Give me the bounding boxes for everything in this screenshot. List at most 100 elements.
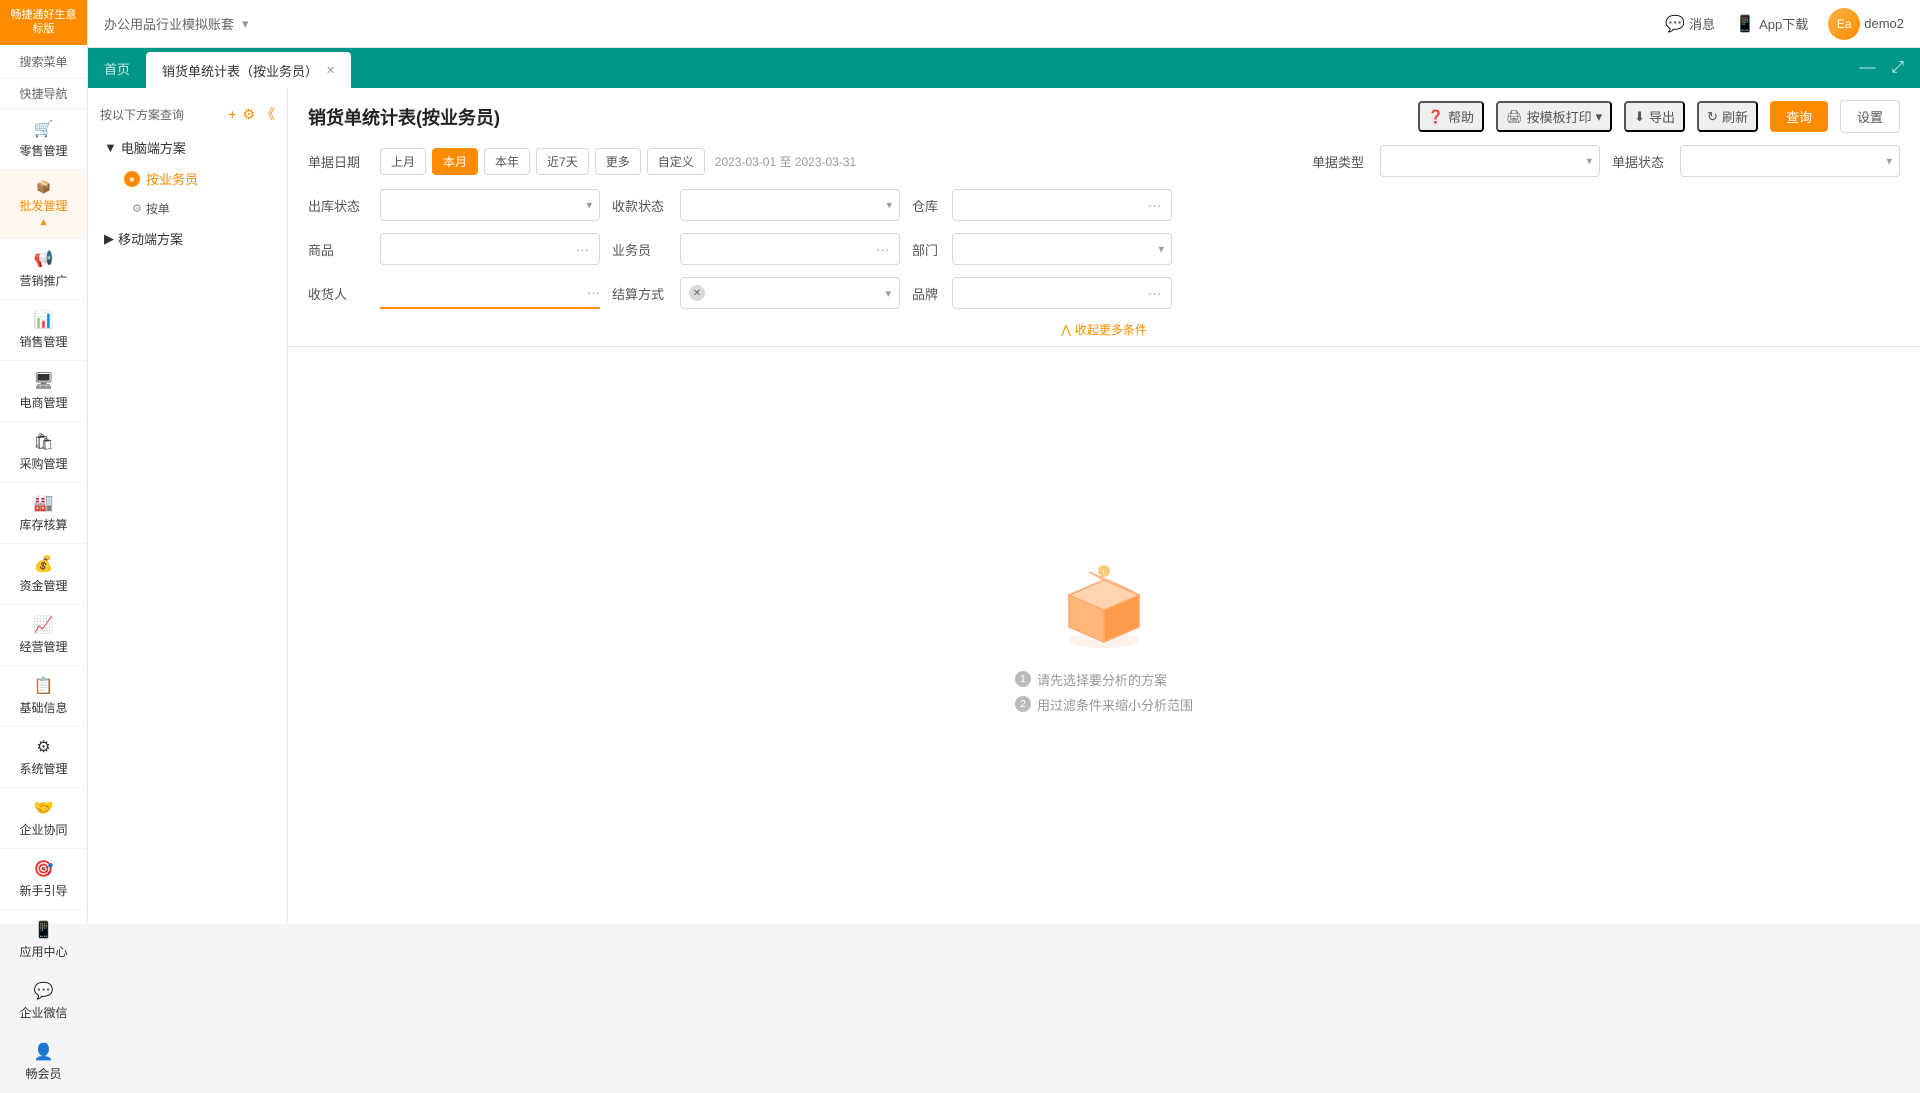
sidebar-item-inventory[interactable]: 🏭 库存核算 bbox=[0, 483, 87, 544]
message-btn[interactable]: 💬 消息 bbox=[1665, 14, 1715, 34]
tab-home[interactable]: 首页 bbox=[88, 48, 146, 88]
refresh-btn[interactable]: ↻ 刷新 bbox=[1697, 101, 1758, 132]
panel-actions: + ⚙ 《 bbox=[228, 104, 275, 124]
salesperson-dots[interactable]: ··· bbox=[876, 242, 889, 257]
chevron-up-icon: ▲ bbox=[39, 217, 49, 228]
this-year-btn[interactable]: 本年 bbox=[484, 148, 530, 175]
sidebar-item-enterprise[interactable]: 🤝 企业协同 bbox=[0, 788, 87, 849]
minimize-btn[interactable]: — bbox=[1855, 59, 1879, 77]
receipt-status-wrapper: ▾ bbox=[680, 189, 900, 221]
payment-select[interactable] bbox=[711, 286, 879, 301]
quick-nav[interactable]: 快捷导航 bbox=[0, 79, 87, 109]
scheme-item-by-salesperson[interactable]: ● 按业务员 bbox=[96, 163, 279, 194]
query-btn[interactable]: 查询 bbox=[1770, 101, 1828, 132]
last-7-days-btn[interactable]: 近7天 bbox=[536, 148, 589, 175]
data-area: ↑ 1 请先选择要分析的方案 2 用过滤条件来缩小分析范围 bbox=[288, 347, 1920, 924]
user-profile[interactable]: Ea demo2 bbox=[1828, 8, 1904, 40]
page-title-row: 销货单统计表(按业务员) ❓ 帮助 🖨 按模板打印 ▾ ⬇ bbox=[308, 100, 1900, 133]
receipt-status-label: 收款状态 bbox=[612, 196, 668, 215]
consignee-dots[interactable]: ··· bbox=[587, 285, 600, 300]
settings-btn[interactable]: 设置 bbox=[1840, 100, 1900, 133]
out-status-select[interactable] bbox=[380, 189, 600, 221]
sidebar-item-apps[interactable]: 📱 应用中心 bbox=[0, 910, 87, 971]
sidebar-item-ecommerce[interactable]: 🖥 电商管理 bbox=[0, 361, 87, 422]
sidebar-item-finance[interactable]: 💰 资金管理 bbox=[0, 544, 87, 605]
filter-area: 单据日期 上月 本月 本年 近7天 更多 自定义 2023-03-01 至 20… bbox=[308, 145, 1900, 338]
chevron-up-icon: ⋀ bbox=[1061, 323, 1071, 337]
sidebar-item-wholesale[interactable]: 📦 批发管理 ▲ bbox=[0, 170, 87, 239]
doc-type-label: 单据类型 bbox=[1312, 152, 1368, 171]
newuser-icon: 🎯 bbox=[34, 859, 54, 879]
system-icon: ⚙ bbox=[36, 737, 50, 757]
export-btn[interactable]: ⬇ 导出 bbox=[1624, 101, 1685, 132]
message-icon: 💬 bbox=[1665, 14, 1685, 34]
salesperson-field[interactable]: ··· bbox=[680, 233, 900, 265]
refresh-icon: ↻ bbox=[1707, 109, 1718, 125]
category-mobile[interactable]: ▶ 移动端方案 bbox=[96, 223, 279, 254]
chevron-down-icon: ▼ bbox=[104, 140, 117, 155]
content-area: 按以下方案查询 + ⚙ 《 ▼ 电脑端方案 ● 按业务员 ⚙ 按单 bbox=[88, 88, 1920, 924]
brand-field[interactable]: ··· bbox=[952, 277, 1172, 309]
settings-scheme-btn[interactable]: ⚙ bbox=[242, 106, 255, 123]
sidebar-item-sales[interactable]: 📊 销售管理 bbox=[0, 300, 87, 361]
custom-btn[interactable]: 自定义 bbox=[647, 148, 705, 175]
collapse-btn[interactable]: ⋀ 收起更多条件 bbox=[308, 321, 1900, 338]
filter-row-4: 收货人 ··· 结算方式 ✕ ▾ 品牌 bbox=[308, 277, 1900, 309]
app-name: 办公用品行业模拟账套 bbox=[104, 14, 234, 33]
sidebar-item-operations[interactable]: 📈 经营管理 bbox=[0, 605, 87, 666]
more-btn[interactable]: 更多 bbox=[595, 148, 641, 175]
product-dots[interactable]: ··· bbox=[576, 242, 589, 257]
tab-sales-stats[interactable]: 销货单统计表（按业务员） ✕ bbox=[146, 52, 351, 88]
chevron-right-icon: ▶ bbox=[104, 231, 114, 247]
help-btn[interactable]: ❓ 帮助 bbox=[1418, 101, 1484, 132]
sidebar-item-basic[interactable]: 📋 基础信息 bbox=[0, 666, 87, 727]
sidebar-item-system[interactable]: ⚙ 系统管理 bbox=[0, 727, 87, 788]
warehouse-dots[interactable]: ··· bbox=[1148, 198, 1161, 213]
tab-close-btn[interactable]: ✕ bbox=[326, 64, 335, 77]
page-actions: ❓ 帮助 🖨 按模板打印 ▾ ⬇ 导出 ↻ bbox=[1418, 100, 1900, 133]
finance-icon: 💰 bbox=[34, 554, 54, 574]
filter-row-3: 商品 ··· 业务员 ··· 部门 ▾ bbox=[308, 233, 1900, 265]
category-desktop[interactable]: ▼ 电脑端方案 bbox=[96, 132, 279, 163]
this-month-btn[interactable]: 本月 bbox=[432, 148, 478, 175]
product-field[interactable]: ··· bbox=[380, 233, 600, 265]
doc-status-wrapper: ▾ bbox=[1680, 145, 1900, 177]
consignee-field[interactable]: ··· bbox=[380, 277, 600, 309]
print-dropdown-icon: ▾ bbox=[1596, 109, 1603, 125]
payment-clear-btn[interactable]: ✕ bbox=[689, 285, 705, 301]
apps-icon: 📱 bbox=[34, 920, 54, 940]
sidebar-item-purchase[interactable]: 🛍 采购管理 bbox=[0, 422, 87, 483]
template-print-btn[interactable]: 🖨 按模板打印 ▾ bbox=[1496, 101, 1612, 132]
receipt-status-select[interactable] bbox=[680, 189, 900, 221]
wholesale-icon: 📦 bbox=[36, 180, 51, 194]
enterprise-icon: 🤝 bbox=[34, 798, 54, 818]
tip-num-2: 2 bbox=[1015, 696, 1031, 712]
department-select[interactable] bbox=[952, 233, 1172, 265]
add-scheme-btn[interactable]: + bbox=[228, 106, 236, 122]
empty-state: ↑ 1 请先选择要分析的方案 2 用过滤条件来缩小分析范围 bbox=[1015, 555, 1193, 717]
search-menu[interactable]: 搜索菜单 bbox=[0, 45, 87, 79]
help-icon: ❓ bbox=[1428, 109, 1444, 125]
payment-label: 结算方式 bbox=[612, 284, 668, 303]
dropdown-icon[interactable]: ▾ bbox=[242, 16, 249, 32]
app-download-btn[interactable]: 📱 App下载 bbox=[1735, 14, 1808, 34]
download-icon: 📱 bbox=[1735, 14, 1755, 34]
sidebar-item-retail[interactable]: 🛒 零售管理 bbox=[0, 109, 87, 170]
basic-icon: 📋 bbox=[34, 676, 54, 696]
brand-dots[interactable]: ··· bbox=[1148, 286, 1161, 301]
sidebar-item-newuser[interactable]: 🎯 新手引导 bbox=[0, 849, 87, 910]
payment-field[interactable]: ✕ ▾ bbox=[680, 277, 900, 309]
doc-status-select[interactable] bbox=[1680, 145, 1900, 177]
scheme-sub-by-order[interactable]: ⚙ 按单 bbox=[96, 194, 279, 223]
payment-chevron: ▾ bbox=[885, 287, 891, 300]
brand-label: 品牌 bbox=[912, 284, 940, 303]
sidebar-item-member[interactable]: 👤 畅会员 bbox=[0, 1032, 87, 1093]
collapse-panel-btn[interactable]: 《 bbox=[261, 104, 275, 124]
warehouse-field[interactable]: ··· bbox=[952, 189, 1172, 221]
out-status-wrapper: ▾ bbox=[380, 189, 600, 221]
sidebar-item-wechat[interactable]: 💬 企业微信 bbox=[0, 971, 87, 1032]
doc-type-select[interactable] bbox=[1380, 145, 1600, 177]
maximize-btn[interactable]: ⤢ bbox=[1887, 59, 1908, 77]
sidebar-item-marketing[interactable]: 📢 营销推广 bbox=[0, 239, 87, 300]
last-month-btn[interactable]: 上月 bbox=[380, 148, 426, 175]
